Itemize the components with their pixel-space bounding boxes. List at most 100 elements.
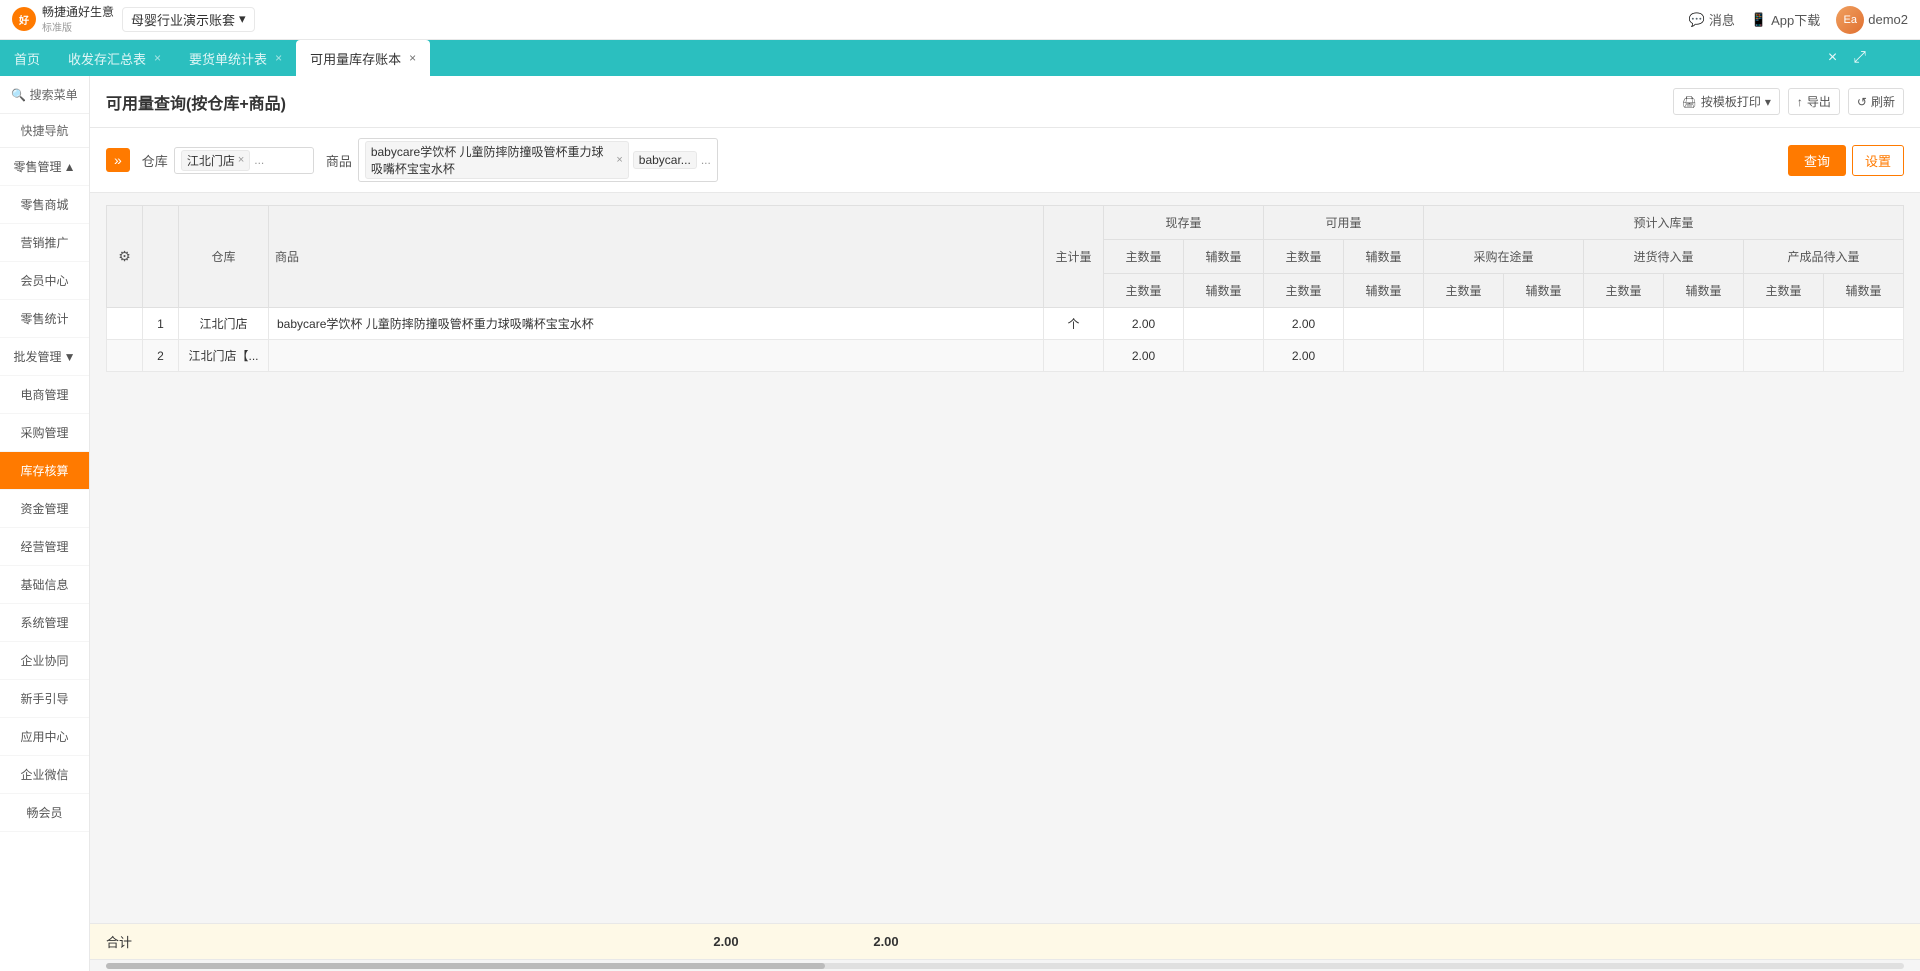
sidebar-item-retail-mall[interactable]: 零售商城 xyxy=(0,186,89,224)
th-stock-group: 现存量 xyxy=(1104,206,1264,240)
sidebar-item-new-guide-label: 新手引导 xyxy=(20,692,68,706)
row1-warehouse: 江北门店 xyxy=(179,308,269,340)
industry-select[interactable]: 母婴行业演示账套 ▾ xyxy=(122,7,255,32)
top-bar: 好 畅捷通好生意 标准版 母婴行业演示账套 ▾ 💬 消息 📱 App下载 Ea … xyxy=(0,0,1920,40)
th-warehouse: 仓库 xyxy=(179,206,269,308)
summary-stock-main: 2.00 xyxy=(686,934,766,949)
th-avail-main: 主数量 xyxy=(1264,240,1344,274)
sidebar-item-finance-mgmt[interactable]: 资金管理 xyxy=(0,490,89,528)
th-stock-main2: 主数量 xyxy=(1104,274,1184,308)
chevron-up-icon: ▲ xyxy=(64,160,76,174)
template-print-label: 按模板打印 xyxy=(1701,93,1761,110)
warehouse-filter-input[interactable]: 江北门店 × ... xyxy=(174,147,314,174)
tab-order-stats-close[interactable]: × xyxy=(275,51,282,65)
sidebar-item-retail-stats[interactable]: 零售统计 xyxy=(0,300,89,338)
warehouse-tag-text: 江北门店 xyxy=(187,152,235,169)
product-tag-2: babycar... xyxy=(633,151,697,169)
sidebar-item-ops-mgmt-label: 经营管理 xyxy=(20,540,68,554)
scroll-thumb[interactable] xyxy=(106,963,825,969)
sidebar-quick-nav-label: 快捷导航 xyxy=(20,124,68,138)
tab-available-stock-close[interactable]: × xyxy=(409,51,416,65)
message-item[interactable]: 💬 消息 xyxy=(1689,10,1735,29)
row2-stock-aux xyxy=(1184,340,1264,372)
sidebar-item-inventory-check[interactable]: 库存核算 xyxy=(0,452,89,490)
row1-product: babycare学饮杯 儿童防摔防撞吸管杯重力球吸嘴杯宝宝水杯 xyxy=(269,308,1044,340)
filter-expand-button[interactable]: » xyxy=(106,148,130,172)
th-avail-aux2: 辅数量 xyxy=(1344,274,1424,308)
sidebar-item-enterprise-wechat[interactable]: 企业微信 xyxy=(0,756,89,794)
main-layout: 🔍 搜索菜单 快捷导航 零售管理 ▲ 零售商城 营销推广 会员中心 零售统计 批… xyxy=(0,76,1920,971)
refresh-button[interactable]: ↺ 刷新 xyxy=(1848,88,1904,115)
th-incoming-group: 进货待入量 xyxy=(1584,240,1744,274)
content-area: 可用量查询(按仓库+商品) 🖨 按模板打印 ▾ ↑ 导出 ↺ 刷新 » xyxy=(90,76,1920,971)
filter-actions: 查询 设置 xyxy=(1788,145,1904,176)
chevron-down-icon2: ▼ xyxy=(64,350,76,364)
row1-purchase-main xyxy=(1424,308,1504,340)
warehouse-tag-close[interactable]: × xyxy=(238,154,244,166)
sidebar-item-member-vip[interactable]: 畅会员 xyxy=(0,794,89,832)
industry-label: 母婴行业演示账套 xyxy=(131,10,235,29)
filter-bar: » 仓库 江北门店 × ... 商品 babycare学饮杯 儿童防摔防撞吸管杯… xyxy=(90,128,1920,193)
tab-close-all-btn[interactable]: × xyxy=(1822,47,1843,69)
tab-income-summary[interactable]: 收发存汇总表 × xyxy=(54,40,175,76)
search-icon: 🔍 xyxy=(11,88,26,102)
sidebar-item-enterprise-wechat-label: 企业微信 xyxy=(20,768,68,782)
sidebar-item-marketing[interactable]: 营销推广 xyxy=(0,224,89,262)
summary-label: 合计 xyxy=(106,932,256,951)
sidebar-item-finance-mgmt-label: 资金管理 xyxy=(20,502,68,516)
row1-avail-aux xyxy=(1344,308,1424,340)
sidebar-item-ecommerce[interactable]: 电商管理 xyxy=(0,376,89,414)
sidebar-search[interactable]: 🔍 搜索菜单 xyxy=(0,76,89,114)
product-tag-1-text: babycare学饮杯 儿童防摔防撞吸管杯重力球吸嘴杯宝宝水杯 xyxy=(371,143,614,177)
sidebar-item-member-center[interactable]: 会员中心 xyxy=(0,262,89,300)
printer-icon: 🖨 xyxy=(1682,95,1697,109)
user-item[interactable]: Ea demo2 xyxy=(1836,6,1908,34)
chevron-down-icon: ▾ xyxy=(239,11,246,27)
row2-stock-main: 2.00 xyxy=(1104,340,1184,372)
sidebar-quick-nav[interactable]: 快捷导航 xyxy=(0,114,89,148)
sidebar-item-enterprise-collab[interactable]: 企业协同 xyxy=(0,642,89,680)
tab-order-stats[interactable]: 要货单统计表 × xyxy=(175,40,296,76)
row2-incoming-aux xyxy=(1664,340,1744,372)
tab-expand-btn[interactable]: ⤢ xyxy=(1847,47,1872,69)
page-actions: 🖨 按模板打印 ▾ ↑ 导出 ↺ 刷新 xyxy=(1673,88,1904,115)
th-stock-aux2: 辅数量 xyxy=(1184,274,1264,308)
sidebar-item-sys-mgmt[interactable]: 系统管理 xyxy=(0,604,89,642)
product-ellipsis[interactable]: ... xyxy=(701,153,711,167)
sidebar-item-batch-mgmt-label: 批发管理 xyxy=(14,348,62,365)
app-download-item[interactable]: 📱 App下载 xyxy=(1751,10,1820,29)
th-production-group: 产成品待入量 xyxy=(1744,240,1904,274)
sidebar-item-basic-info[interactable]: 基础信息 xyxy=(0,566,89,604)
tab-income-summary-close[interactable]: × xyxy=(154,51,161,65)
row2-purchase-aux xyxy=(1504,340,1584,372)
sidebar-item-basic-info-label: 基础信息 xyxy=(20,578,68,592)
sidebar-item-retail-mgmt[interactable]: 零售管理 ▲ xyxy=(0,148,89,186)
sidebar-item-ops-mgmt[interactable]: 经营管理 xyxy=(0,528,89,566)
th-no xyxy=(143,206,179,308)
query-button[interactable]: 查询 xyxy=(1788,145,1846,176)
product-filter-input[interactable]: babycare学饮杯 儿童防摔防撞吸管杯重力球吸嘴杯宝宝水杯 × babyca… xyxy=(358,138,718,182)
sidebar-item-purchase-mgmt[interactable]: 采购管理 xyxy=(0,414,89,452)
sidebar-item-new-guide[interactable]: 新手引导 xyxy=(0,680,89,718)
th-stock-main: 主数量 xyxy=(1104,240,1184,274)
row1-purchase-aux xyxy=(1504,308,1584,340)
sidebar-item-batch-mgmt[interactable]: 批发管理 ▼ xyxy=(0,338,89,376)
scroll-track[interactable] xyxy=(106,963,1904,969)
tab-home[interactable]: 首页 xyxy=(0,40,54,76)
phone-icon: 📱 xyxy=(1751,12,1767,28)
th-settings[interactable]: ⚙ xyxy=(107,206,143,308)
row1-unit: 个 xyxy=(1044,308,1104,340)
gear-icon: ⚙ xyxy=(118,248,131,264)
warehouse-filter-group: 仓库 江北门店 × ... xyxy=(142,147,314,174)
product-tag-1-close[interactable]: × xyxy=(616,154,622,166)
tab-available-stock[interactable]: 可用量库存账本 × xyxy=(296,40,430,76)
settings-button[interactable]: 设置 xyxy=(1852,145,1904,176)
export-button[interactable]: ↑ 导出 xyxy=(1788,88,1840,115)
warehouse-ellipsis[interactable]: ... xyxy=(254,153,264,167)
sidebar-item-member-center-label: 会员中心 xyxy=(20,274,68,288)
template-print-button[interactable]: 🖨 按模板打印 ▾ xyxy=(1673,88,1780,115)
top-bar-right: 💬 消息 📱 App下载 Ea demo2 xyxy=(1689,6,1908,34)
sidebar-item-app-center[interactable]: 应用中心 xyxy=(0,718,89,756)
table-container: ⚙ 仓库 商品 主计量 现存量 可用量 预计入库量 主数量 辅数量 主数量 xyxy=(90,193,1920,923)
product-filter-label: 商品 xyxy=(326,151,352,170)
